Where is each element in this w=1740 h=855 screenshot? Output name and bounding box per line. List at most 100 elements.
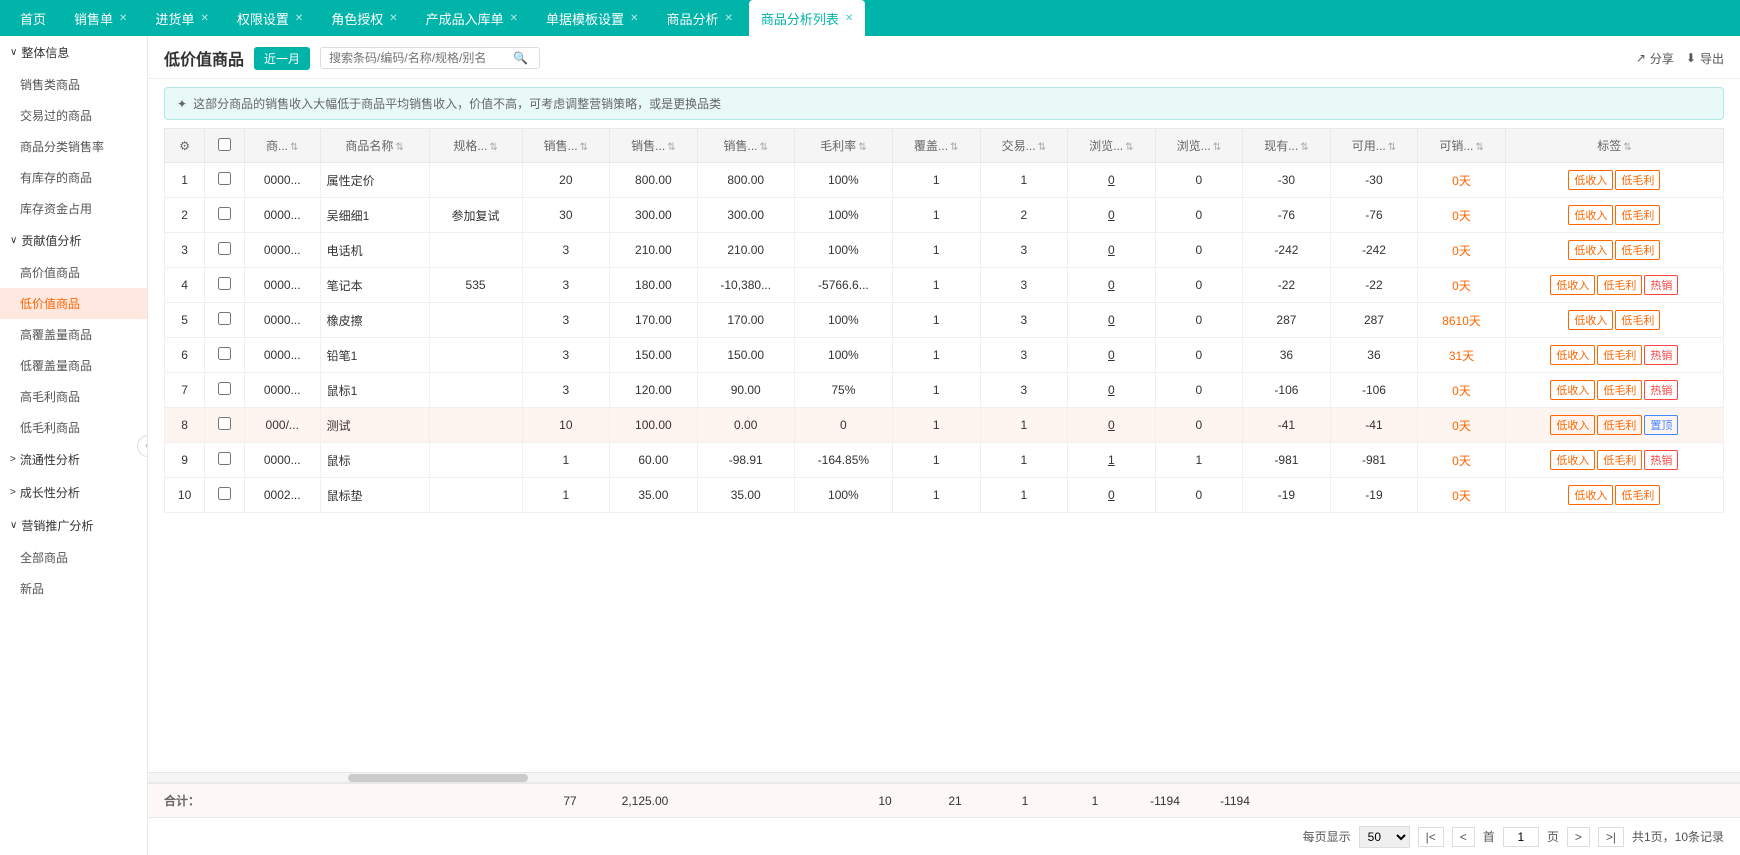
cell-browse1[interactable]: 0 bbox=[1068, 198, 1156, 233]
scrollbar-thumb[interactable] bbox=[348, 774, 528, 782]
col-header-sale_qty[interactable]: 销售...⇅ bbox=[522, 129, 610, 163]
row-checkbox[interactable] bbox=[218, 277, 231, 290]
row-checkbox[interactable] bbox=[218, 172, 231, 185]
nav-item-首页[interactable]: 首页 bbox=[8, 0, 58, 36]
nav-close-icon[interactable]: ✕ bbox=[119, 13, 127, 24]
col-header-checkbox[interactable] bbox=[205, 129, 245, 163]
settings-icon[interactable]: ⚙ bbox=[179, 139, 190, 153]
cell-checkbox[interactable] bbox=[205, 233, 245, 268]
col-header-tags[interactable]: 标签⇅ bbox=[1505, 129, 1723, 163]
sidebar-item-低毛利商品[interactable]: 低毛利商品 bbox=[0, 412, 147, 443]
prev-page-btn[interactable]: < bbox=[1452, 827, 1475, 847]
sidebar-section-营销推广分析[interactable]: ∨营销推广分析 bbox=[0, 509, 147, 542]
search-input[interactable] bbox=[329, 51, 509, 65]
cell-checkbox[interactable] bbox=[205, 478, 245, 513]
nav-item-单据模板设置[interactable]: 单据模板设置✕ bbox=[534, 0, 650, 36]
row-checkbox[interactable] bbox=[218, 242, 231, 255]
col-header-trade[interactable]: 交易...⇅ bbox=[980, 129, 1068, 163]
nav-close-icon[interactable]: ✕ bbox=[630, 13, 638, 24]
filter-recent-month-btn[interactable]: 近一月 bbox=[254, 47, 310, 70]
browse-link[interactable]: 0 bbox=[1108, 348, 1115, 362]
horizontal-scrollbar[interactable] bbox=[148, 772, 1740, 782]
sidebar-item-高毛利商品[interactable]: 高毛利商品 bbox=[0, 381, 147, 412]
sidebar-section-贡献值分析[interactable]: ∨贡献值分析 bbox=[0, 224, 147, 257]
cell-checkbox[interactable] bbox=[205, 198, 245, 233]
col-header-current[interactable]: 现有...⇅ bbox=[1243, 129, 1331, 163]
cell-checkbox[interactable] bbox=[205, 443, 245, 478]
col-header-sellable[interactable]: 可销...⇅ bbox=[1418, 129, 1506, 163]
col-header-profit_rate[interactable]: 毛利率⇅ bbox=[794, 129, 892, 163]
cell-browse1[interactable]: 0 bbox=[1068, 233, 1156, 268]
cell-checkbox[interactable] bbox=[205, 163, 245, 198]
nav-close-icon[interactable]: ✕ bbox=[389, 13, 397, 24]
sidebar-item-有库存的商品[interactable]: 有库存的商品 bbox=[0, 162, 147, 193]
col-header-browse1[interactable]: 浏览...⇅ bbox=[1068, 129, 1156, 163]
sidebar-item-交易过的商品[interactable]: 交易过的商品 bbox=[0, 100, 147, 131]
col-header-sale_price[interactable]: 销售...⇅ bbox=[610, 129, 698, 163]
browse-link[interactable]: 0 bbox=[1108, 173, 1115, 187]
row-checkbox[interactable] bbox=[218, 207, 231, 220]
browse-link[interactable]: 0 bbox=[1108, 488, 1115, 502]
cell-browse1[interactable]: 0 bbox=[1068, 163, 1156, 198]
last-page-btn[interactable]: >| bbox=[1598, 827, 1624, 847]
sidebar-item-高覆盖量商品[interactable]: 高覆盖量商品 bbox=[0, 319, 147, 350]
browse-link[interactable]: 0 bbox=[1108, 418, 1115, 432]
sidebar-item-低覆盖量商品[interactable]: 低覆盖量商品 bbox=[0, 350, 147, 381]
row-checkbox[interactable] bbox=[218, 312, 231, 325]
col-header-sale_amount[interactable]: 销售...⇅ bbox=[697, 129, 794, 163]
cell-browse1[interactable]: 0 bbox=[1068, 303, 1156, 338]
col-header-name[interactable]: 商品名称⇅ bbox=[320, 129, 429, 163]
row-checkbox[interactable] bbox=[218, 452, 231, 465]
cell-checkbox[interactable] bbox=[205, 303, 245, 338]
col-header-spec[interactable]: 规格...⇅ bbox=[429, 129, 522, 163]
nav-close-icon[interactable]: ✕ bbox=[845, 13, 853, 24]
col-header-available[interactable]: 可用...⇅ bbox=[1330, 129, 1418, 163]
nav-close-icon[interactable]: ✕ bbox=[510, 13, 518, 24]
nav-item-商品分析[interactable]: 商品分析✕ bbox=[654, 0, 744, 36]
nav-item-商品分析列表[interactable]: 商品分析列表✕ bbox=[749, 0, 865, 36]
nav-item-角色授权[interactable]: 角色授权✕ bbox=[319, 0, 409, 36]
cell-browse1[interactable]: 0 bbox=[1068, 408, 1156, 443]
browse-link[interactable]: 0 bbox=[1108, 243, 1115, 257]
nav-close-icon[interactable]: ✕ bbox=[295, 13, 303, 24]
sidebar-item-新品[interactable]: 新品 bbox=[0, 573, 147, 604]
export-btn[interactable]: ⬇ 导出 bbox=[1686, 50, 1724, 67]
cell-checkbox[interactable] bbox=[205, 373, 245, 408]
nav-close-icon[interactable]: ✕ bbox=[200, 13, 208, 24]
cell-checkbox[interactable] bbox=[205, 338, 245, 373]
row-checkbox[interactable] bbox=[218, 347, 231, 360]
next-page-btn[interactable]: > bbox=[1567, 827, 1590, 847]
nav-item-权限设置[interactable]: 权限设置✕ bbox=[225, 0, 315, 36]
sidebar-section-流通性分析[interactable]: >流通性分析 bbox=[0, 443, 147, 476]
row-checkbox[interactable] bbox=[218, 382, 231, 395]
browse-link[interactable]: 1 bbox=[1108, 453, 1115, 467]
col-header-code[interactable]: 商...⇅ bbox=[244, 129, 320, 163]
sidebar-item-销售类商品[interactable]: 销售类商品 bbox=[0, 69, 147, 100]
cell-browse1[interactable]: 1 bbox=[1068, 443, 1156, 478]
share-btn[interactable]: ↗ 分享 bbox=[1636, 50, 1674, 67]
col-header-settings[interactable]: ⚙ bbox=[165, 129, 205, 163]
sidebar-section-整体信息[interactable]: ∨整体信息 bbox=[0, 36, 147, 69]
per-page-select[interactable]: 50 100 200 bbox=[1359, 826, 1410, 848]
browse-link[interactable]: 0 bbox=[1108, 208, 1115, 222]
sidebar-item-全部商品[interactable]: 全部商品 bbox=[0, 542, 147, 573]
browse-link[interactable]: 0 bbox=[1108, 383, 1115, 397]
col-header-coverage[interactable]: 覆盖...⇅ bbox=[892, 129, 980, 163]
nav-item-销售单[interactable]: 销售单✕ bbox=[62, 0, 139, 36]
cell-checkbox[interactable] bbox=[205, 408, 245, 443]
cell-browse1[interactable]: 0 bbox=[1068, 338, 1156, 373]
page-input[interactable] bbox=[1503, 827, 1539, 847]
sidebar-item-低价值商品[interactable]: 低价值商品 bbox=[0, 288, 147, 319]
row-checkbox[interactable] bbox=[218, 487, 231, 500]
cell-browse1[interactable]: 0 bbox=[1068, 478, 1156, 513]
row-checkbox[interactable] bbox=[218, 417, 231, 430]
col-header-browse2[interactable]: 浏览...⇅ bbox=[1155, 129, 1243, 163]
sidebar-item-高价值商品[interactable]: 高价值商品 bbox=[0, 257, 147, 288]
nav-item-产成品入库单[interactable]: 产成品入库单✕ bbox=[414, 0, 530, 36]
browse-link[interactable]: 0 bbox=[1108, 313, 1115, 327]
select-all-checkbox[interactable] bbox=[218, 138, 231, 151]
nav-close-icon[interactable]: ✕ bbox=[724, 13, 732, 24]
sidebar-item-库存资金占用[interactable]: 库存资金占用 bbox=[0, 193, 147, 224]
first-page-btn[interactable]: |< bbox=[1418, 827, 1444, 847]
nav-item-进货单[interactable]: 进货单✕ bbox=[143, 0, 220, 36]
